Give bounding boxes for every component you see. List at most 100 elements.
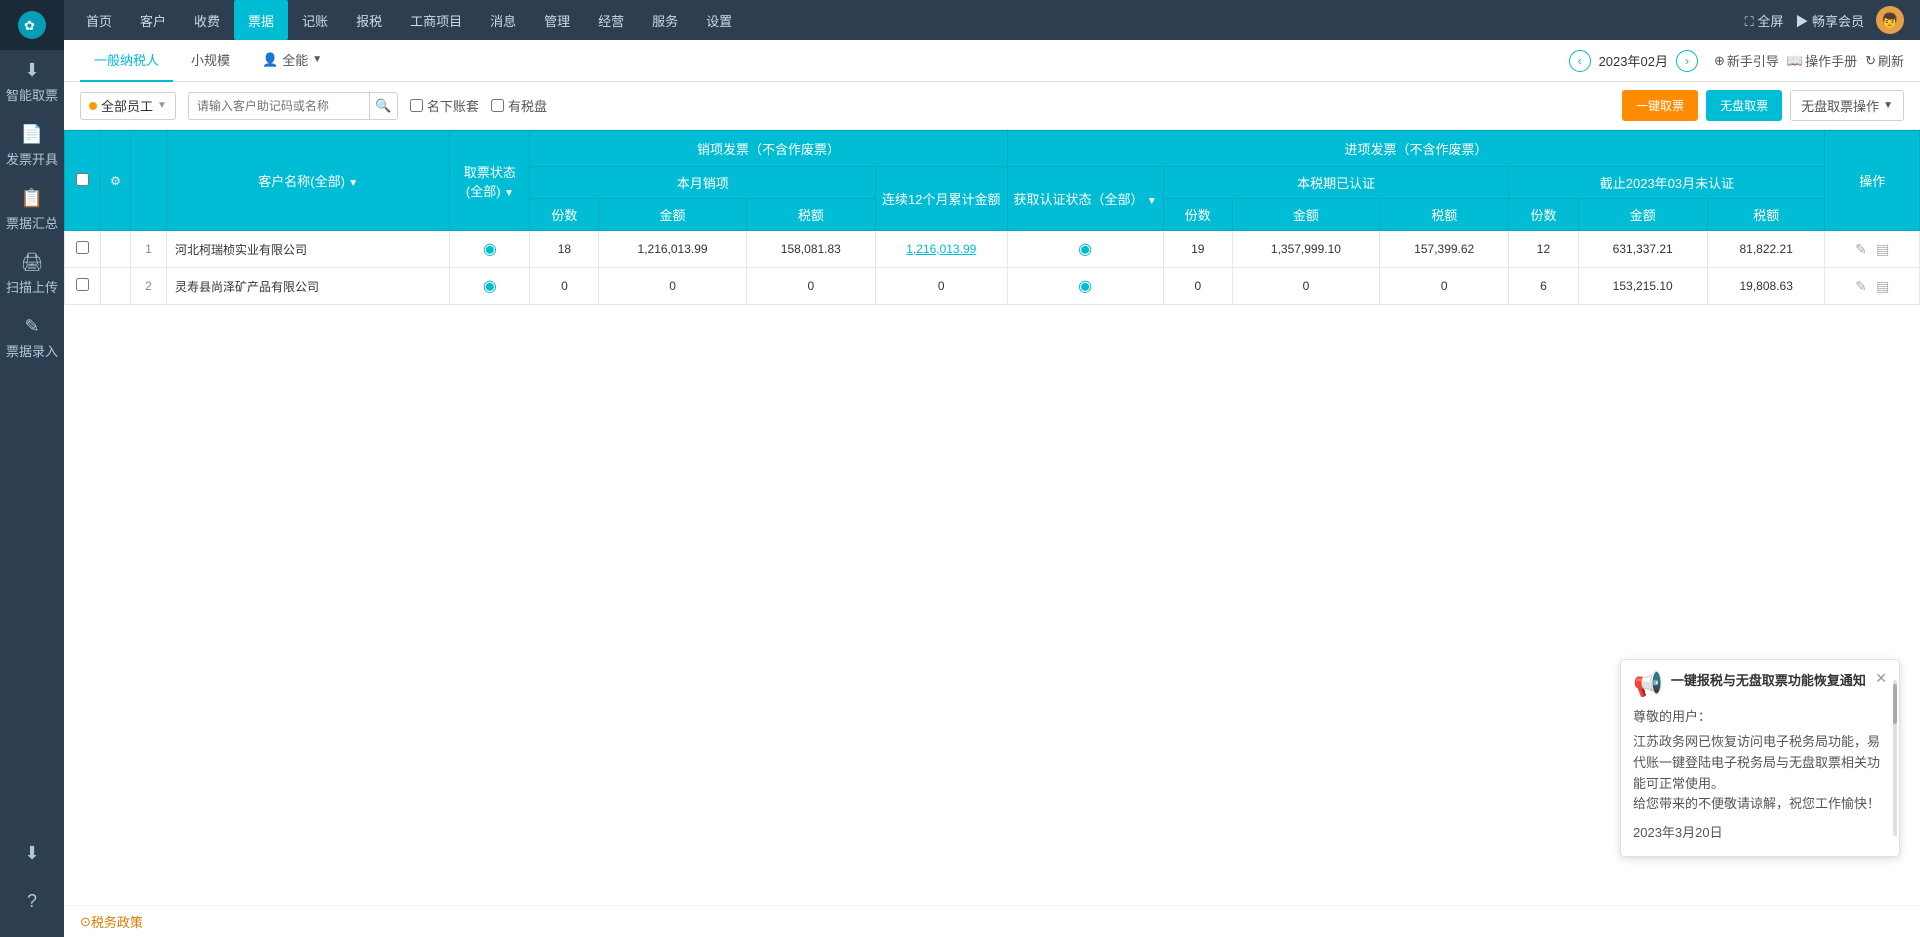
- nav-customer[interactable]: 客户: [126, 0, 180, 40]
- tab-small[interactable]: 小规模: [177, 40, 244, 82]
- notification-scrollbar[interactable]: [1893, 680, 1897, 836]
- sidebar: ✿ ⬇ 智能取票 📄 发票开具 📋 票据汇总 🖨 扫描上传 ✎ 票据录入 ⬇ ?: [0, 0, 64, 937]
- detail-icon[interactable]: ▤: [1876, 278, 1889, 294]
- th-actions: 操作: [1825, 131, 1920, 231]
- row-cert-status: ◉: [1007, 268, 1163, 305]
- tab-bar-right: ‹ 2023年02月 › ⊕ 新手引导 📖 操作手册 ↻ 刷新: [1569, 50, 1904, 72]
- th-12month: 连续12个月累计金额: [876, 167, 1007, 231]
- nav-tax[interactable]: 报税: [342, 0, 396, 40]
- nav-bookkeeping[interactable]: 记账: [288, 0, 342, 40]
- row-check[interactable]: [65, 231, 101, 268]
- scan-upload-icon: 🖨: [21, 252, 44, 273]
- manual-icon: 📖: [1787, 53, 1803, 69]
- notification-greeting: 尊敬的用户：: [1633, 707, 1887, 728]
- row-pur-uncert-shares: 12: [1509, 231, 1578, 268]
- row-fetch-status: ◉: [450, 231, 530, 268]
- row-customer: 河北柯瑞桢实业有限公司: [167, 231, 450, 268]
- sidebar-item-issue-invoice[interactable]: 📄 发票开具: [0, 114, 64, 178]
- nav-settings[interactable]: 设置: [692, 0, 746, 40]
- sidebar-item-smart-fetch[interactable]: ⬇ 智能取票: [0, 50, 64, 114]
- one-click-btn[interactable]: 一键取票: [1622, 90, 1698, 121]
- th-pur-amount: 金额: [1232, 199, 1379, 231]
- edit-icon[interactable]: ✎: [1855, 278, 1867, 294]
- sidebar-item-scan-upload[interactable]: 🖨 扫描上传: [0, 242, 64, 306]
- smart-fetch-icon: ⬇: [24, 60, 39, 81]
- new-guide-icon: ⊕: [1714, 53, 1725, 69]
- nav-invoice[interactable]: 票据: [234, 0, 288, 40]
- row-pur-tax: 0: [1380, 268, 1509, 305]
- tax-policy-link[interactable]: 税务政策: [91, 912, 143, 931]
- row-check[interactable]: [65, 268, 101, 305]
- sidebar-download-btn[interactable]: ⬇: [12, 833, 52, 873]
- tab-bar: 一般纳税人 小规模 👤 全能 ▼ ‹ 2023年02月 › ⊕ 新手引导: [64, 40, 1920, 82]
- notification-title-area: 一键报税与无盘取票功能恢复通知: [1671, 670, 1866, 695]
- edit-icon[interactable]: ✎: [1855, 241, 1867, 257]
- account-checkbox-label[interactable]: 名下账套: [410, 96, 479, 115]
- no-disk-btn[interactable]: 无盘取票: [1706, 90, 1782, 121]
- search-btn[interactable]: 🔍: [369, 92, 397, 120]
- top-nav: 首页 客户 收费 票据 记账 报税 工商项目 消息 管理 经营 服务 设置 ⛶ …: [64, 0, 1920, 40]
- no-disk-ops-btn[interactable]: 无盘取票操作 ▼: [1790, 90, 1904, 121]
- tax-disk-checkbox-label[interactable]: 有税盘: [491, 96, 547, 115]
- row-sales-shares: 0: [530, 268, 599, 305]
- manual-btn[interactable]: 📖 操作手册: [1787, 51, 1857, 70]
- row-pur-shares: 19: [1163, 231, 1232, 268]
- nav-business[interactable]: 工商项目: [396, 0, 476, 40]
- notification-close-btn[interactable]: ✕: [1875, 670, 1887, 687]
- nav-collection[interactable]: 收费: [180, 0, 234, 40]
- th-sales-group: 销项发票（不含作废票）: [530, 131, 1007, 167]
- avatar[interactable]: 👦: [1876, 6, 1904, 34]
- sidebar-help-btn[interactable]: ?: [12, 881, 52, 921]
- tab-general[interactable]: 一般纳税人: [80, 40, 173, 82]
- notification-scrollbar-thumb: [1893, 684, 1897, 724]
- row-sales-12m: 0: [876, 268, 1007, 305]
- date-prev-btn[interactable]: ‹: [1569, 50, 1591, 72]
- filter-bar: 全部员工 ▼ 🔍 名下账套 有税盘 一键取票 无盘取票 无盘取票操作 ▼: [64, 82, 1920, 130]
- th-pur-amount2: 金额: [1578, 199, 1707, 231]
- th-customer: 客户名称(全部) ▼: [167, 131, 450, 231]
- new-guide-btn[interactable]: ⊕ 新手引导: [1714, 51, 1779, 70]
- tab-all-icon: 👤: [262, 52, 278, 68]
- fullscreen-btn[interactable]: ⛶ 全屏: [1745, 11, 1784, 30]
- sidebar-item-data-entry[interactable]: ✎ 票据录入: [0, 306, 64, 370]
- th-number: [131, 131, 167, 231]
- th-purchase-group: 进项发票（不含作废票）: [1007, 131, 1825, 167]
- nav-message[interactable]: 消息: [476, 0, 530, 40]
- th-pur-shares2: 份数: [1509, 199, 1578, 231]
- date-next-btn[interactable]: ›: [1676, 50, 1698, 72]
- no-disk-ops-dropdown-icon: ▼: [1883, 100, 1893, 111]
- tab-all[interactable]: 👤 全能 ▼: [248, 40, 336, 82]
- nav-operations[interactable]: 经营: [584, 0, 638, 40]
- notification-popup: 📢 一键报税与无盘取票功能恢复通知 ✕ 尊敬的用户： 江苏政务网已恢复访问电子税…: [1620, 659, 1900, 857]
- detail-icon[interactable]: ▤: [1876, 241, 1889, 257]
- row-fetch-status: ◉: [450, 268, 530, 305]
- th-cert-status: 获取认证状态（全部） ▼: [1007, 167, 1163, 231]
- row-sales-12m[interactable]: 1,216,013.99: [876, 231, 1007, 268]
- member-btn[interactable]: ▶ 畅享会员: [1795, 11, 1864, 30]
- th-settings: ⚙: [101, 131, 131, 231]
- nav-service[interactable]: 服务: [638, 0, 692, 40]
- th-current-month: 本月销项: [530, 167, 876, 199]
- th-pur-shares: 份数: [1163, 199, 1232, 231]
- issue-invoice-icon: 📄: [21, 124, 43, 145]
- nav-home[interactable]: 首页: [72, 0, 126, 40]
- notification-icon: 📢: [1633, 670, 1663, 699]
- top-nav-right: ⛶ 全屏 ▶ 畅享会员 👦: [1745, 6, 1912, 34]
- row-sales-amount: 0: [599, 268, 746, 305]
- notification-date: 2023年3月20日: [1633, 823, 1887, 844]
- search-input[interactable]: [189, 93, 369, 119]
- row-settings: [101, 268, 131, 305]
- select-all-checkbox[interactable]: [76, 173, 89, 186]
- th-sales-shares: 份数: [530, 199, 599, 231]
- sidebar-item-invoice-summary[interactable]: 📋 票据汇总: [0, 178, 64, 242]
- data-entry-icon: ✎: [24, 316, 39, 337]
- row-customer: 灵寿县尚泽矿产品有限公司: [167, 268, 450, 305]
- account-checkbox[interactable]: [410, 99, 423, 112]
- tab-actions: ⊕ 新手引导 📖 操作手册 ↻ 刷新: [1714, 51, 1904, 70]
- employee-select[interactable]: 全部员工 ▼: [80, 92, 176, 120]
- refresh-btn[interactable]: ↻ 刷新: [1865, 51, 1904, 70]
- main-table: ⚙ 客户名称(全部) ▼ 取票状态 (全部) ▼ 销项发票（不含作废票） 进项发…: [64, 130, 1920, 305]
- tax-disk-checkbox[interactable]: [491, 99, 504, 112]
- svg-text:✿: ✿: [24, 18, 35, 33]
- nav-management[interactable]: 管理: [530, 0, 584, 40]
